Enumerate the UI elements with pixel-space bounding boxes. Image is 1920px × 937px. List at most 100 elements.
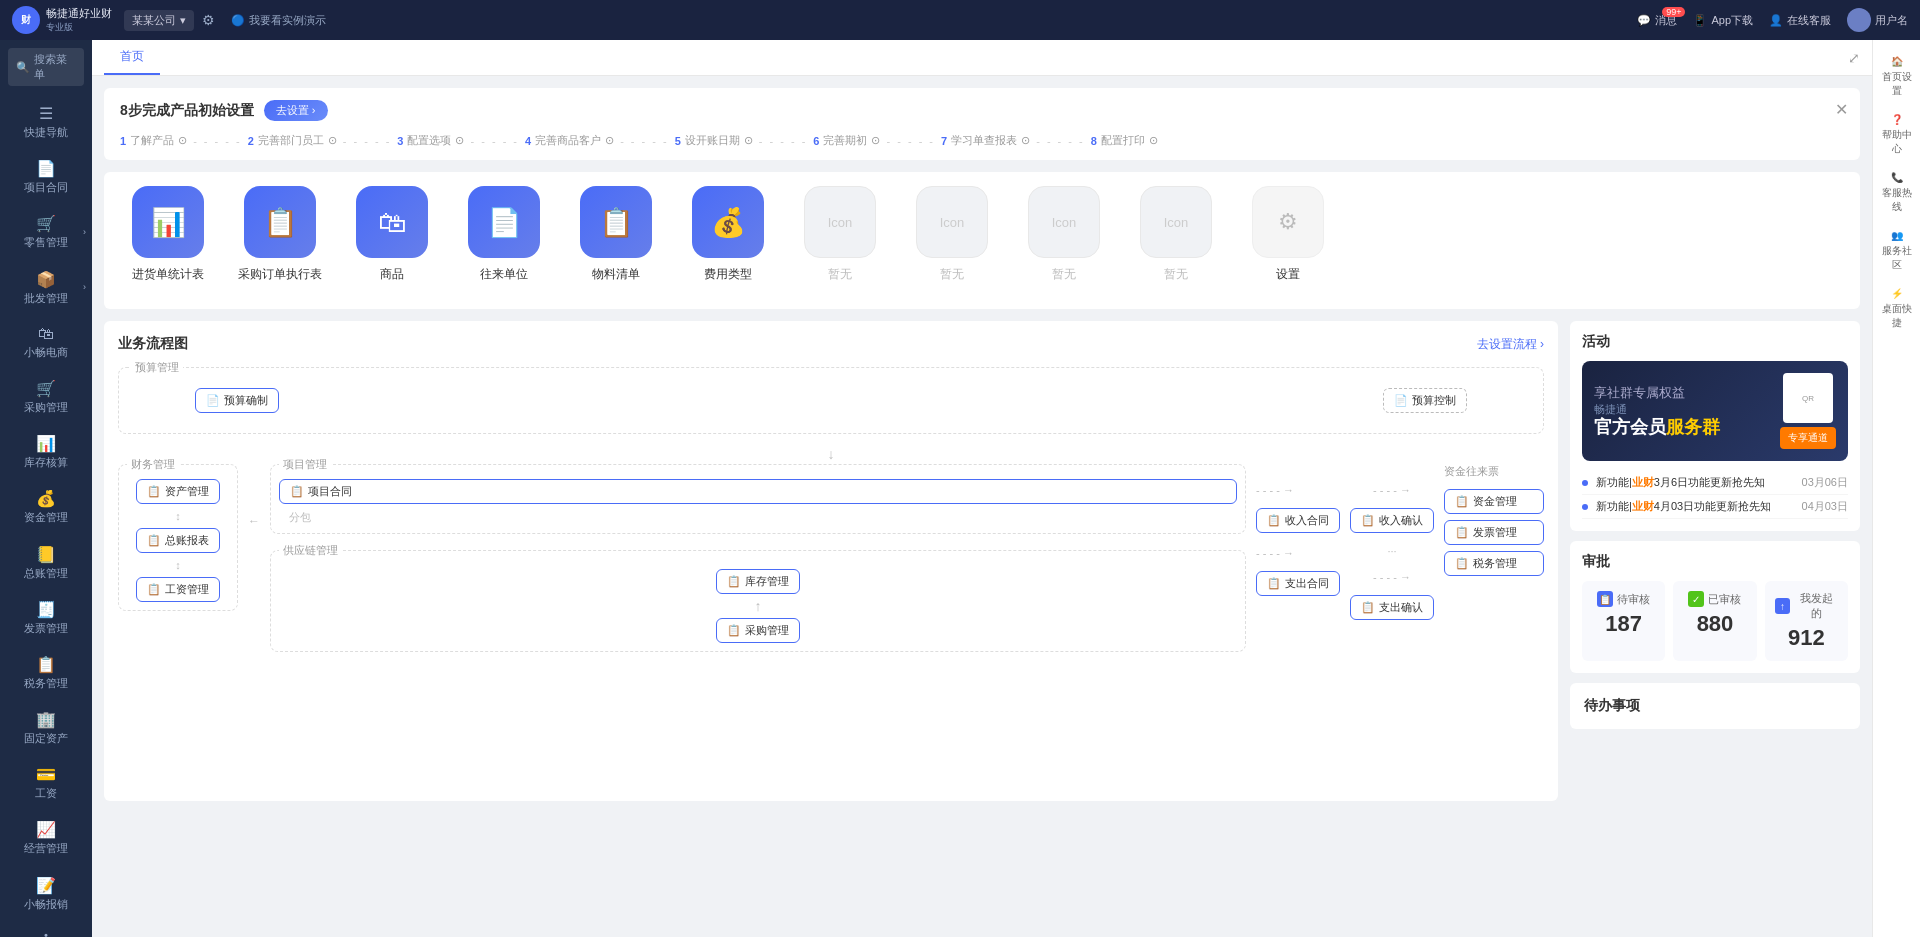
quick-icon-1[interactable]: 📋 采购订单执行表: [230, 186, 330, 283]
banner-badge[interactable]: 专享通道: [1780, 427, 1836, 449]
approval-card: 审批 📋 待审核 187: [1570, 541, 1860, 673]
sidebar-item-expense[interactable]: 📝 小畅报销: [0, 866, 92, 921]
app-download-btn[interactable]: 📱 App下载: [1693, 13, 1753, 28]
search-input[interactable]: 🔍 搜索菜单: [8, 48, 84, 86]
step-1: 1 了解产品 ⊙: [120, 133, 187, 148]
quick-icon-7[interactable]: Icon 暂无: [902, 186, 1002, 283]
icon-box-1: 📋: [244, 186, 316, 258]
sidebar-item-retail[interactable]: 🛒 零售管理 ›: [0, 204, 92, 259]
business-flow-card: 业务流程图 去设置流程 › 预算管理 📄: [104, 321, 1558, 801]
maximize-button[interactable]: ⤢: [1848, 50, 1860, 66]
tab-bar: 首页 ⤢: [92, 40, 1872, 76]
step-4: 4 完善商品客户 ⊙: [525, 133, 614, 148]
invoice-mgmt-node[interactable]: 📋 发票管理: [1444, 520, 1544, 545]
news-dot-0: [1582, 480, 1588, 486]
quick-icon-9[interactable]: Icon 暂无: [1126, 186, 1226, 283]
asset-node[interactable]: 📋 资产管理: [136, 479, 220, 504]
sidebar-item-inventory[interactable]: 📊 库存核算: [0, 424, 92, 479]
quick-nav-icon: ☰: [39, 104, 53, 123]
quick-icon-10[interactable]: ⚙ 设置: [1238, 186, 1338, 283]
quick-icons-section: 📊 进货单统计表 📋 采购订单执行表 🛍 商品 📄: [104, 172, 1860, 309]
tab-home[interactable]: 首页: [104, 40, 160, 75]
step-2: 2 完善部门员工 ⊙: [248, 133, 337, 148]
search-icon: 🔍: [16, 61, 30, 74]
setup-close-button[interactable]: ✕: [1835, 100, 1848, 119]
user-avatar[interactable]: 用户名: [1847, 8, 1908, 32]
activity-card: 活动 享社群专属权益 畅捷通 官方会员服务群 QR 专享通道: [1570, 321, 1860, 531]
sidebar: 🔍 搜索菜单 ☰ 快捷导航 📄 项目合同 🛒 零售管理 › 📦 批发管理 ›: [0, 40, 92, 937]
icon-box-0: 📊: [132, 186, 204, 258]
sidebar-item-project[interactable]: 📄 项目合同: [0, 149, 92, 204]
arrow-down-1: ↓: [118, 444, 1544, 464]
budget-plan-node[interactable]: 📄 预算控制: [1383, 388, 1467, 413]
sidebar-item-invoice[interactable]: 🧾 发票管理: [0, 590, 92, 645]
mine-icon: ↑: [1775, 598, 1791, 614]
brand-name: 畅捷通好业财: [46, 6, 112, 21]
tax-mgmt-node[interactable]: 📋 税务管理: [1444, 551, 1544, 576]
approval-mine[interactable]: ↑ 我发起的 912: [1765, 581, 1848, 661]
expense-confirm-node[interactable]: 📋 支出确认: [1350, 595, 1434, 620]
quick-icon-5[interactable]: 💰 费用类型: [678, 186, 778, 283]
sidebar-item-basic[interactable]: ℹ 基础信息: [0, 921, 92, 937]
topbar-settings-icon[interactable]: ⚙: [202, 12, 215, 28]
doc-icon: 📄: [206, 394, 220, 407]
project-contract-node[interactable]: 📋 项目合同: [279, 479, 1237, 504]
sidebar-item-ecom[interactable]: 🛍 小畅电商: [0, 315, 92, 369]
approval-pending[interactable]: 📋 待审核 187: [1582, 581, 1665, 661]
help-icon: ❓: [1891, 114, 1903, 125]
service-btn[interactable]: 👤 在线客服: [1769, 13, 1831, 28]
sidebar-item-quick[interactable]: ☰ 快捷导航: [0, 94, 92, 149]
flow-settings-link[interactable]: 去设置流程 ›: [1477, 336, 1544, 353]
tax-icon: 📋: [36, 655, 56, 674]
company-selector[interactable]: 某某公司 ▾: [124, 10, 194, 31]
sidebar-item-mgmt[interactable]: 📈 经营管理: [0, 810, 92, 865]
go-setup-button[interactable]: 去设置 ›: [264, 100, 328, 121]
sidebar-item-ledger[interactable]: 📒 总账管理: [0, 535, 92, 590]
avatar: [1847, 8, 1871, 32]
right-panel-hotline[interactable]: 📞 客服热线: [1873, 164, 1920, 222]
icon-box-10: ⚙: [1252, 186, 1324, 258]
salary-node[interactable]: 📋 工资管理: [136, 577, 220, 602]
purchase-node[interactable]: 📋 采购管理: [716, 618, 800, 643]
message-btn[interactable]: 💬 消息 99+: [1637, 13, 1677, 28]
assets-icon: 🏢: [36, 710, 56, 729]
sidebar-item-assets[interactable]: 🏢 固定资产: [0, 700, 92, 755]
sidebar-item-wholesale[interactable]: 📦 批发管理 ›: [0, 260, 92, 315]
quick-icon-4[interactable]: 📋 物料清单: [566, 186, 666, 283]
chevron-icon-2: ›: [83, 282, 86, 292]
income-contract-node[interactable]: 📋 收入合同: [1256, 508, 1340, 533]
quick-icon-3[interactable]: 📄 往来单位: [454, 186, 554, 283]
expense-icon: 📝: [36, 876, 56, 895]
quick-icon-0[interactable]: 📊 进货单统计表: [118, 186, 218, 283]
chevron-icon: ›: [83, 227, 86, 237]
done-icon: ✓: [1688, 591, 1704, 607]
demo-link[interactable]: 🔵 我要看实例演示: [231, 13, 326, 28]
quick-icon-6[interactable]: Icon 暂无: [790, 186, 890, 283]
quick-icon-8[interactable]: Icon 暂无: [1014, 186, 1114, 283]
quick-icon-2[interactable]: 🛍 商品: [342, 186, 442, 283]
right-panel-home[interactable]: 🏠 首页设置: [1873, 48, 1920, 106]
setup-title: 8步完成产品初始设置 去设置 ›: [120, 100, 1844, 121]
approval-done[interactable]: ✓ 已审核 880: [1673, 581, 1756, 661]
right-panel-help[interactable]: ❓ 帮助中心: [1873, 106, 1920, 164]
inventory-node[interactable]: 📋 库存管理: [716, 569, 800, 594]
phone-icon: 📞: [1891, 172, 1903, 183]
expense-contract-node[interactable]: 📋 支出合同: [1256, 571, 1340, 596]
right-panel-desktop[interactable]: ⚡ 桌面快捷: [1873, 280, 1920, 338]
icon-box-8: Icon: [1028, 186, 1100, 258]
right-panel-community[interactable]: 👥 服务社区: [1873, 222, 1920, 280]
ledger-node[interactable]: 📋 总账报表: [136, 528, 220, 553]
income-confirm-node[interactable]: 📋 收入确认: [1350, 508, 1434, 533]
sidebar-item-purchase[interactable]: 🛒 采购管理: [0, 369, 92, 424]
news-dot-1: [1582, 504, 1588, 510]
sidebar-item-salary[interactable]: 💳 工资: [0, 755, 92, 810]
app-icon: 📱: [1693, 14, 1707, 27]
icon-box-5: 💰: [692, 186, 764, 258]
capital-mgmt-node[interactable]: 📋 资金管理: [1444, 489, 1544, 514]
sidebar-item-capital[interactable]: 💰 资金管理: [0, 479, 92, 534]
purchase-icon: 🛒: [36, 379, 56, 398]
budget-control-node[interactable]: 📄 预算确制: [195, 388, 279, 413]
service-icon: 👤: [1769, 14, 1783, 27]
sidebar-item-tax[interactable]: 📋 税务管理: [0, 645, 92, 700]
invoice-icon: 🧾: [36, 600, 56, 619]
